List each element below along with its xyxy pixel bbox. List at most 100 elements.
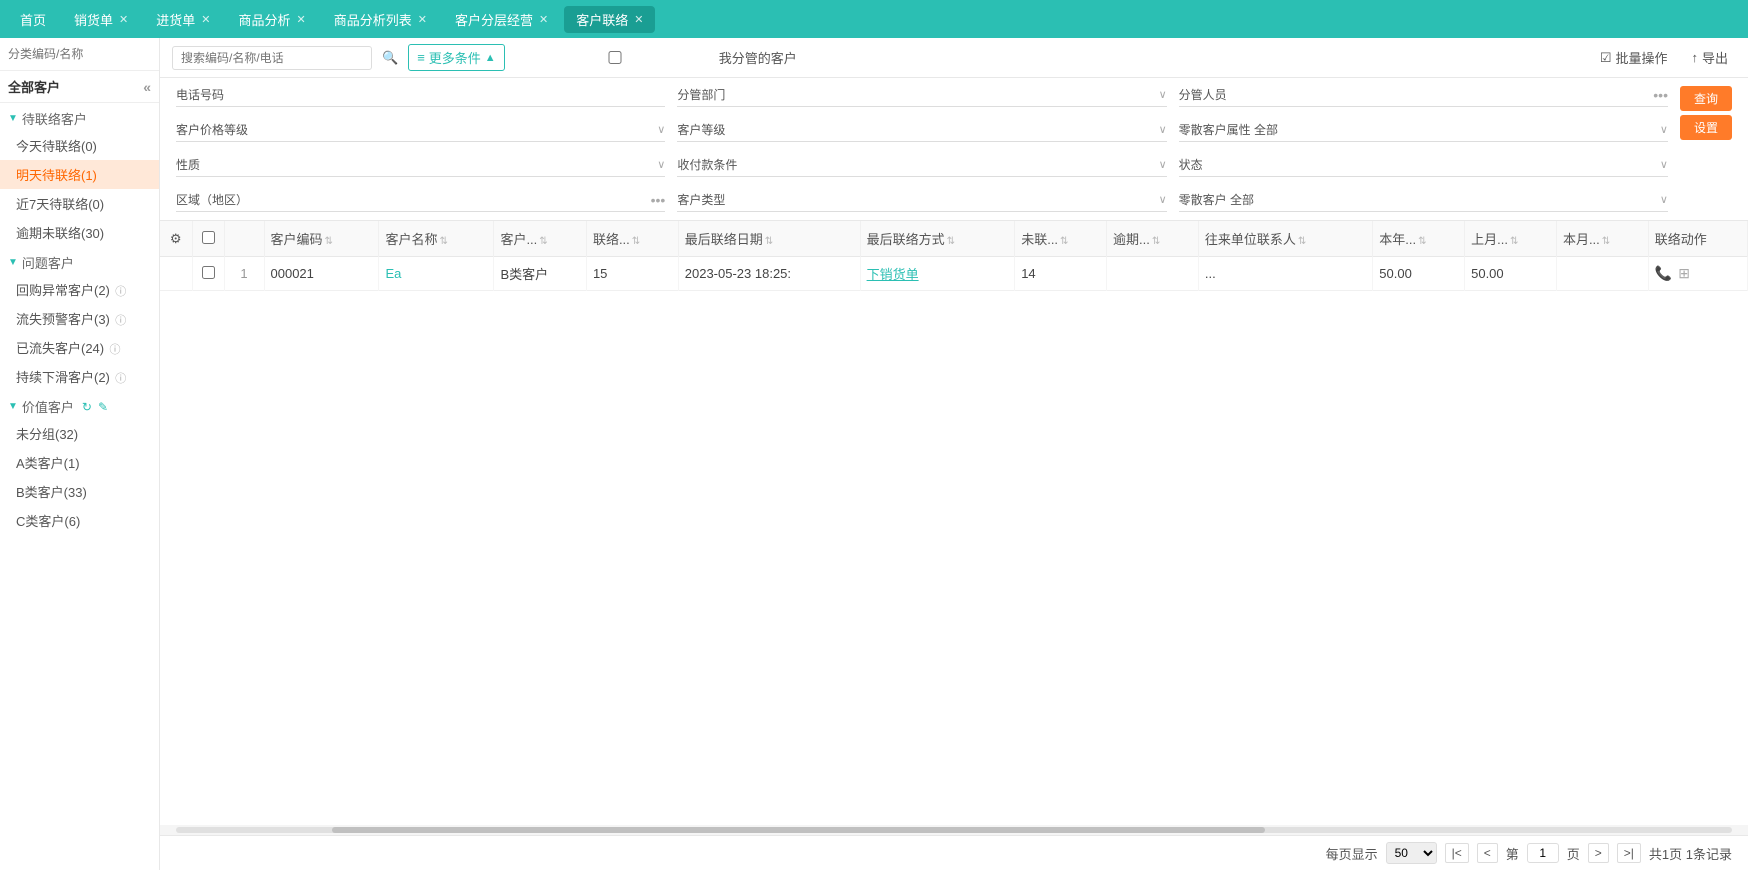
close-customer-contact-icon[interactable]: ✕ [634, 13, 643, 26]
sidebar-item-week-pending[interactable]: 近7天待联络(0) [0, 189, 159, 218]
nature-chevron-icon[interactable]: ∨ [657, 158, 665, 171]
table-footer: 每页显示 50 100 200 |< < 第 页 > >| 共1页 1条记录 [160, 835, 1748, 870]
nav-home[interactable]: 首页 [8, 6, 58, 33]
region-dots-icon[interactable]: ••• [651, 192, 666, 208]
sidebar-item-tomorrow-pending[interactable]: 明天待联络(1) [0, 160, 159, 189]
col-last-contact-date[interactable]: 最后联络日期⇅ [678, 221, 860, 257]
table-row: 1 000021 Ea B类客户 15 2023-05-23 18:25: 下销… [160, 257, 1748, 291]
col-action: 联络动作 [1648, 221, 1747, 257]
col-settings[interactable]: ⚙ [160, 221, 192, 257]
next-page-button[interactable]: > [1588, 843, 1609, 863]
row-last-month: 50.00 [1465, 257, 1557, 291]
info-icon-churned: ⓘ [109, 344, 120, 356]
nav-customer-tier[interactable]: 客户分层经营 ✕ [443, 6, 560, 33]
row-uncontacted: 14 [1015, 257, 1107, 291]
my-customers-checkbox[interactable]: 我分管的客户 [515, 48, 797, 67]
sidebar-item-ungrouped[interactable]: 未分组(32) [0, 419, 159, 448]
col-unit-contact[interactable]: 往来单位联系人⇅ [1198, 221, 1372, 257]
col-customer-type[interactable]: 客户...⇅ [494, 221, 587, 257]
nav-customer-contact[interactable]: 客户联络 ✕ [564, 6, 655, 33]
col-contact-count[interactable]: 联络...⇅ [586, 221, 678, 257]
close-product-list-icon[interactable]: ✕ [418, 13, 427, 26]
retail-chevron-icon[interactable]: ∨ [1660, 193, 1668, 206]
filter-row-4: 区域（地区） ••• 客户类型 ∨ 零散客户 全部 ∨ [176, 191, 1668, 212]
last-page-button[interactable]: >| [1617, 843, 1641, 863]
value-group-label: ▼ 价值客户 ↻ ✎ [0, 391, 159, 419]
collapse-sidebar-icon[interactable]: « [143, 79, 151, 95]
sidebar-item-abnormal[interactable]: 回购异常客户(2) ⓘ [0, 275, 159, 304]
sidebar-item-overdue-pending[interactable]: 逾期未联络(30) [0, 218, 159, 247]
col-overdue[interactable]: 逾期...⇅ [1107, 221, 1199, 257]
more-filter-button[interactable]: ≡ 更多条件 ▲ [408, 44, 505, 71]
row-checkbox[interactable] [202, 266, 215, 279]
col-last-month[interactable]: 上月...⇅ [1465, 221, 1557, 257]
filter-search-icon[interactable]: 🔍 [382, 50, 398, 66]
search-input[interactable] [172, 46, 372, 70]
row-this-year: 50.00 [1373, 257, 1465, 291]
sidebar-item-churned[interactable]: 已流失客户(24) ⓘ [0, 333, 159, 362]
filter-retail-attr: 零散客户属性 全部 ∨ [1179, 121, 1668, 142]
sidebar-item-a-class[interactable]: A类客户(1) [0, 448, 159, 477]
select-all-checkbox[interactable] [202, 231, 215, 244]
row-num: 1 [224, 257, 264, 291]
batch-ops-button[interactable]: ☑ 批量操作 [1592, 45, 1676, 70]
payment-chevron-icon[interactable]: ∨ [1159, 158, 1167, 171]
close-product-analysis-icon[interactable]: ✕ [297, 13, 306, 26]
export-icon: ↑ [1691, 50, 1698, 65]
dept-chevron-icon[interactable]: ∨ [1159, 88, 1167, 101]
query-button[interactable]: 查询 [1680, 86, 1732, 111]
nav-product-analysis-list[interactable]: 商品分析列表 ✕ [322, 6, 439, 33]
sidebar-search-input[interactable] [8, 47, 160, 61]
phone-action-icon[interactable]: 📞 [1655, 265, 1672, 282]
edit-value-icon[interactable]: ✎ [98, 400, 108, 414]
col-check[interactable] [192, 221, 224, 257]
first-page-button[interactable]: |< [1445, 843, 1469, 863]
person-dots-icon[interactable]: ••• [1653, 87, 1668, 103]
problem-triangle-icon: ▼ [8, 257, 18, 268]
col-customer-name[interactable]: 客户名称⇅ [379, 221, 494, 257]
sidebar-item-b-class[interactable]: B类客户(33) [0, 477, 159, 506]
row-contact-count: 15 [586, 257, 678, 291]
row-overdue [1107, 257, 1199, 291]
per-page-select[interactable]: 50 100 200 [1386, 842, 1437, 864]
price-level-chevron-icon[interactable]: ∨ [657, 123, 665, 136]
row-last-method[interactable]: 下销货单 [860, 257, 1015, 291]
sidebar-item-today-pending[interactable]: 今天待联络(0) [0, 131, 159, 160]
settings-button[interactable]: 设置 [1680, 115, 1732, 140]
sidebar-item-c-class[interactable]: C类客户(6) [0, 506, 159, 535]
close-purchase-order-icon[interactable]: ✕ [201, 13, 210, 26]
close-sales-order-icon[interactable]: ✕ [119, 13, 128, 26]
filter-row-3: 性质 ∨ 收付款条件 ∨ 状态 ∨ [176, 156, 1668, 177]
more-action-icon[interactable]: ⊞ [1678, 265, 1690, 282]
row-check[interactable] [192, 257, 224, 291]
col-customer-code[interactable]: 客户编码⇅ [264, 221, 379, 257]
refresh-value-icon[interactable]: ↻ [82, 400, 92, 414]
retail-attr-chevron-icon[interactable]: ∨ [1660, 123, 1668, 136]
nav-product-analysis[interactable]: 商品分析 ✕ [226, 6, 317, 33]
filter-dept: 分管部门 ∨ [677, 86, 1166, 107]
sidebar-item-declining[interactable]: 持续下滑客户(2) ⓘ [0, 362, 159, 391]
customer-level-chevron-icon[interactable]: ∨ [1159, 123, 1167, 136]
close-customer-tier-icon[interactable]: ✕ [539, 13, 548, 26]
col-uncontacted[interactable]: 未联...⇅ [1015, 221, 1107, 257]
page-number-input[interactable] [1527, 843, 1559, 863]
nav-sales-order[interactable]: 销货单 ✕ [62, 6, 140, 33]
status-chevron-icon[interactable]: ∨ [1660, 158, 1668, 171]
export-button[interactable]: ↑ 导出 [1683, 45, 1736, 70]
row-name[interactable]: Ea [379, 257, 494, 291]
prev-page-button[interactable]: < [1477, 843, 1498, 863]
my-customers-check-input[interactable] [515, 51, 715, 64]
customer-type-chevron-icon[interactable]: ∨ [1159, 193, 1167, 206]
filter-status: 状态 ∨ [1179, 156, 1668, 177]
row-action: 📞 ⊞ [1648, 257, 1747, 291]
scrollbar-thumb[interactable] [332, 827, 1266, 833]
nav-purchase-order[interactable]: 进货单 ✕ [144, 6, 222, 33]
horizontal-scrollbar[interactable] [160, 825, 1748, 835]
filter-fields-area: 电话号码 分管部门 ∨ 分管人员 ••• [176, 86, 1668, 212]
row-unit-contact: ... [1198, 257, 1372, 291]
col-num [224, 221, 264, 257]
col-this-month[interactable]: 本月...⇅ [1556, 221, 1648, 257]
col-last-contact-method[interactable]: 最后联络方式⇅ [860, 221, 1015, 257]
col-this-year[interactable]: 本年...⇅ [1373, 221, 1465, 257]
sidebar-item-churn-warning[interactable]: 流失预警客户(3) ⓘ [0, 304, 159, 333]
